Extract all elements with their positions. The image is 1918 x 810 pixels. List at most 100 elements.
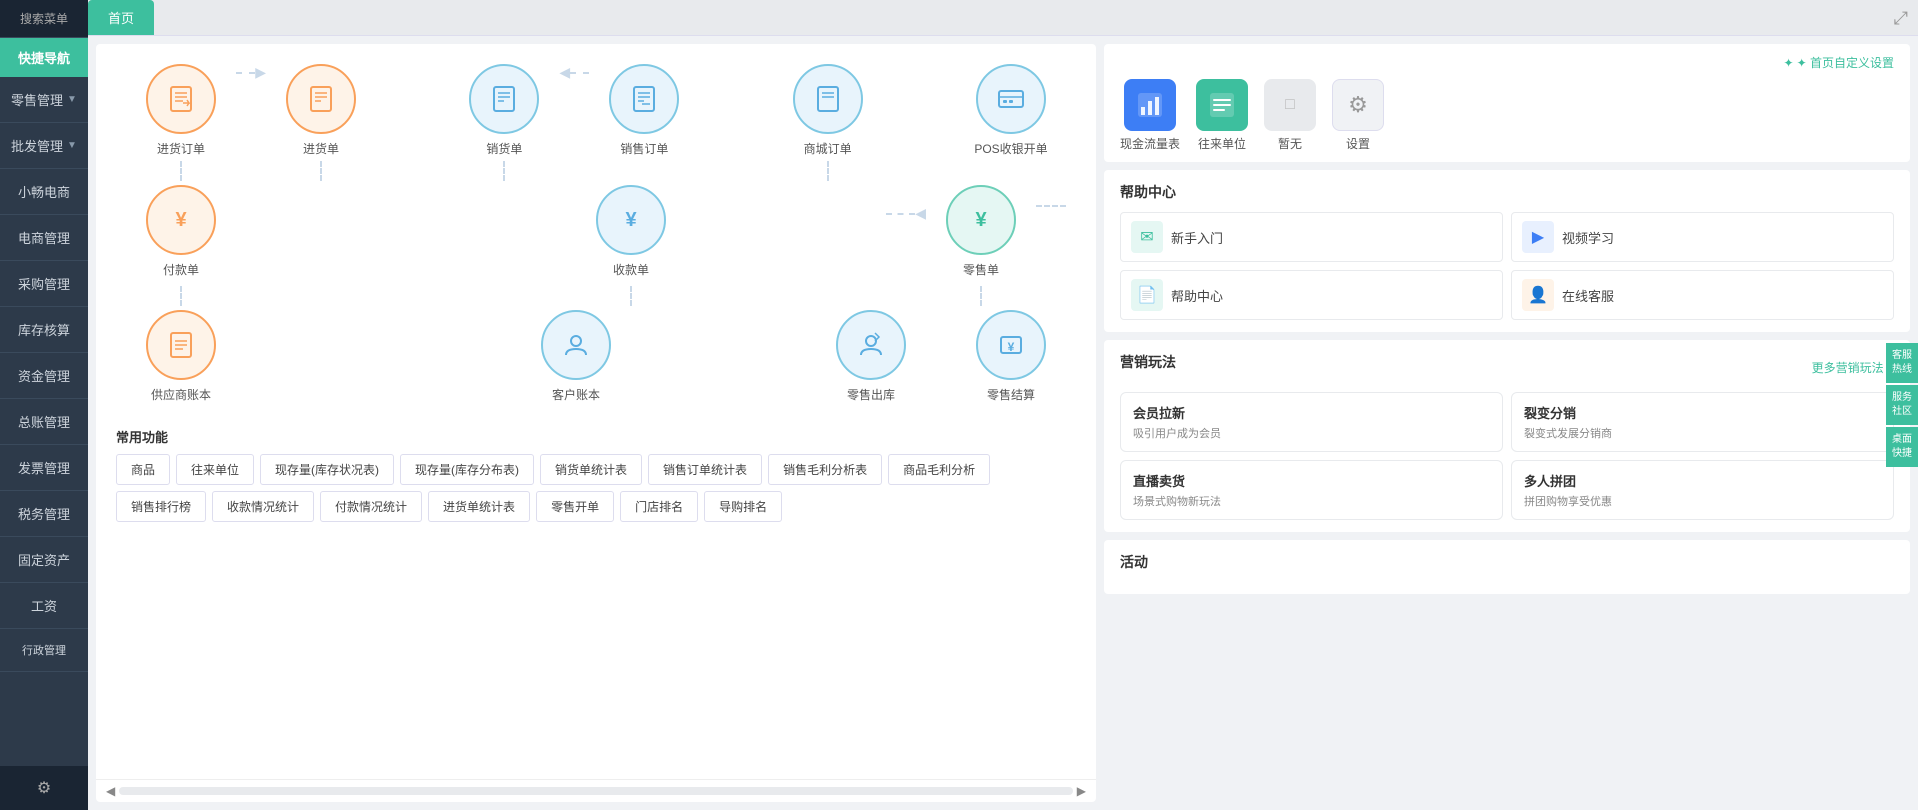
- func-btn-sales-rank[interactable]: 销售排行榜: [116, 491, 206, 522]
- flow-node-purchase[interactable]: 进货单: [266, 64, 376, 157]
- func-btn-product[interactable]: 商品: [116, 454, 170, 485]
- sidebar-settings-button[interactable]: ⚙: [0, 766, 88, 810]
- flow-node-payment[interactable]: ¥ 付款单: [126, 185, 236, 278]
- func-btn-stock-dist[interactable]: 现存量(库存分布表): [400, 454, 534, 485]
- tab-home[interactable]: 首页: [88, 0, 154, 35]
- marketing-live[interactable]: 直播卖货 场景式购物新玩法: [1120, 460, 1503, 520]
- sidebar-item-retail[interactable]: 零售管理▼: [0, 77, 88, 123]
- flow-node-sales[interactable]: 销货单: [449, 64, 559, 157]
- marketing-live-desc: 场景式购物新玩法: [1133, 493, 1490, 509]
- sidebar-item-inventory[interactable]: 库存核算: [0, 307, 88, 353]
- flow-node-retail-bill[interactable]: ¥ 零售单: [926, 185, 1036, 278]
- marketing-more-button[interactable]: 更多营销玩法 >: [1812, 359, 1894, 376]
- help-item-beginner[interactable]: ✉ 新手入门: [1120, 212, 1503, 262]
- helpcenter-icon: 📄: [1131, 279, 1163, 311]
- func-btn-receipt-stat[interactable]: 收款情况统计: [212, 491, 314, 522]
- func-btn-stock-status[interactable]: 现存量(库存状况表): [260, 454, 394, 485]
- side-btn-desktop[interactable]: 桌面快捷: [1886, 427, 1918, 467]
- scroll-bar-area: ◀ ▶: [96, 779, 1096, 802]
- marketing-member-desc: 吸引用户成为会员: [1133, 425, 1490, 441]
- left-panel: 进货订单 ▶ 进货单: [96, 44, 1096, 802]
- sidebar-item-ecom[interactable]: 电商管理: [0, 215, 88, 261]
- sidebar-item-ledger[interactable]: 总账管理: [0, 399, 88, 445]
- side-btn-community[interactable]: 服务社区: [1886, 385, 1918, 425]
- shortcut-settings[interactable]: ⚙ 设置: [1332, 79, 1384, 152]
- sidebar-item-invoice[interactable]: 发票管理: [0, 445, 88, 491]
- shortcut-settings-icon: ⚙: [1332, 79, 1384, 131]
- func-grid: 商品 往来单位 现存量(库存状况表) 现存量(库存分布表) 销货单统计表 销售订…: [116, 454, 1076, 522]
- shortcut-none-icon: □: [1264, 79, 1316, 131]
- func-btn-counterparty[interactable]: 往来单位: [176, 454, 254, 485]
- marketing-fission-title: 裂变分销: [1524, 403, 1881, 422]
- beginner-label: 新手入门: [1171, 228, 1223, 247]
- help-section: 帮助中心 ✉ 新手入门 ▶ 视频学习 📄 帮助中心 👤: [1104, 170, 1910, 332]
- beginner-icon: ✉: [1131, 221, 1163, 253]
- help-item-online[interactable]: 👤 在线客服: [1511, 270, 1894, 320]
- tab-bar: 首页 ⤢: [88, 0, 1918, 36]
- marketing-member[interactable]: 会员拉新 吸引用户成为会员: [1120, 392, 1503, 452]
- shortcuts-grid: 现金流量表 往来单位 □ 暂无: [1120, 79, 1894, 152]
- main-area: 首页 ⤢ 进货订单 ▶: [88, 0, 1918, 810]
- sidebar-item-admin[interactable]: 行政管理: [0, 629, 88, 672]
- sidebar-item-ecom-small[interactable]: 小畅电商: [0, 169, 88, 215]
- func-btn-retail-order[interactable]: 零售开单: [536, 491, 614, 522]
- shortcut-counterparty-icon: [1196, 79, 1248, 131]
- shortcut-counterparty[interactable]: 往来单位: [1196, 79, 1248, 152]
- shortcuts-setting-button[interactable]: ✦ ✦ 首页自定义设置: [1784, 54, 1894, 71]
- flow-node-receipt[interactable]: ¥ 收款单: [576, 185, 686, 278]
- shortcuts-section: ✦ ✦ 首页自定义设置 现金流量表 往来: [1104, 44, 1910, 162]
- sidebar-search[interactable]: 搜索菜单: [0, 0, 88, 38]
- sidebar-item-finance[interactable]: 资金管理: [0, 353, 88, 399]
- func-btn-sales-order-stat[interactable]: 销售订单统计表: [648, 454, 762, 485]
- shortcut-cashflow[interactable]: 现金流量表: [1120, 79, 1180, 152]
- sidebar-item-assets[interactable]: 固定资产: [0, 537, 88, 583]
- func-btn-purchase-stat[interactable]: 进货单统计表: [428, 491, 530, 522]
- marketing-group-desc: 拼团购物享受优惠: [1524, 493, 1881, 509]
- flow-node-retail-out[interactable]: 零售出库: [816, 310, 926, 403]
- flow-node-shop-order[interactable]: 商城订单: [773, 64, 883, 157]
- scroll-right-button[interactable]: ▶: [1077, 784, 1086, 798]
- help-item-video[interactable]: ▶ 视频学习: [1511, 212, 1894, 262]
- func-btn-sales-stat[interactable]: 销货单统计表: [540, 454, 642, 485]
- content-area: 进货订单 ▶ 进货单: [88, 36, 1918, 810]
- scroll-left-button[interactable]: ◀: [106, 784, 115, 798]
- flow-node-customer-ledger[interactable]: 客户账本: [521, 310, 631, 403]
- helpcenter-label: 帮助中心: [1171, 286, 1223, 305]
- marketing-fission[interactable]: 裂变分销 裂变式发展分销商: [1511, 392, 1894, 452]
- common-functions-title: 常用功能: [116, 427, 1076, 446]
- marketing-section: 营销玩法 更多营销玩法 > 会员拉新 吸引用户成为会员 裂变分销 裂变式发展分销…: [1104, 340, 1910, 532]
- marketing-group[interactable]: 多人拼团 拼团购物享受优惠: [1511, 460, 1894, 520]
- func-btn-payment-stat[interactable]: 付款情况统计: [320, 491, 422, 522]
- flow-node-supplier-ledger[interactable]: 供应商账本: [126, 310, 236, 403]
- activity-title: 活动: [1120, 552, 1894, 572]
- sidebar-nav-label: 快捷导航: [0, 38, 88, 77]
- flow-diagram: 进货订单 ▶ 进货单: [96, 44, 1096, 417]
- marketing-member-title: 会员拉新: [1133, 403, 1490, 422]
- sidebar-item-salary[interactable]: 工资: [0, 583, 88, 629]
- flow-node-purchase-order[interactable]: 进货订单: [126, 64, 236, 157]
- marketing-live-title: 直播卖货: [1133, 471, 1490, 490]
- func-btn-store-rank[interactable]: 门店排名: [620, 491, 698, 522]
- shortcut-cashflow-icon: [1124, 79, 1176, 131]
- flow-node-retail-settle[interactable]: ¥ 零售结算: [956, 310, 1066, 403]
- shortcut-none[interactable]: □ 暂无: [1264, 79, 1316, 152]
- help-item-helpcenter[interactable]: 📄 帮助中心: [1120, 270, 1503, 320]
- sidebar-item-tax[interactable]: 税务管理: [0, 491, 88, 537]
- scroll-track[interactable]: [119, 787, 1073, 795]
- sidebar-item-purchase[interactable]: 采购管理: [0, 261, 88, 307]
- func-btn-product-margin[interactable]: 商品毛利分析: [888, 454, 990, 485]
- func-btn-guide-rank[interactable]: 导购排名: [704, 491, 782, 522]
- side-btn-service[interactable]: 客服热线: [1886, 343, 1918, 383]
- side-buttons: 客服热线 服务社区 桌面快捷: [1886, 343, 1918, 467]
- flow-node-sales-order[interactable]: 销售订单: [589, 64, 699, 157]
- func-btn-sales-margin[interactable]: 销售毛利分析表: [768, 454, 882, 485]
- common-functions: 常用功能 商品 往来单位 现存量(库存状况表) 现存量(库存分布表) 销货单统计…: [96, 417, 1096, 779]
- svg-text:¥: ¥: [1008, 340, 1015, 354]
- shortcut-settings-label: 设置: [1346, 135, 1370, 152]
- expand-button[interactable]: ⤢: [1884, 2, 1918, 35]
- online-service-icon: 👤: [1522, 279, 1554, 311]
- sidebar-item-wholesale[interactable]: 批发管理▼: [0, 123, 88, 169]
- online-service-label: 在线客服: [1562, 286, 1614, 305]
- flow-node-pos[interactable]: POS收银开单: [956, 64, 1066, 157]
- help-title: 帮助中心: [1120, 182, 1894, 202]
